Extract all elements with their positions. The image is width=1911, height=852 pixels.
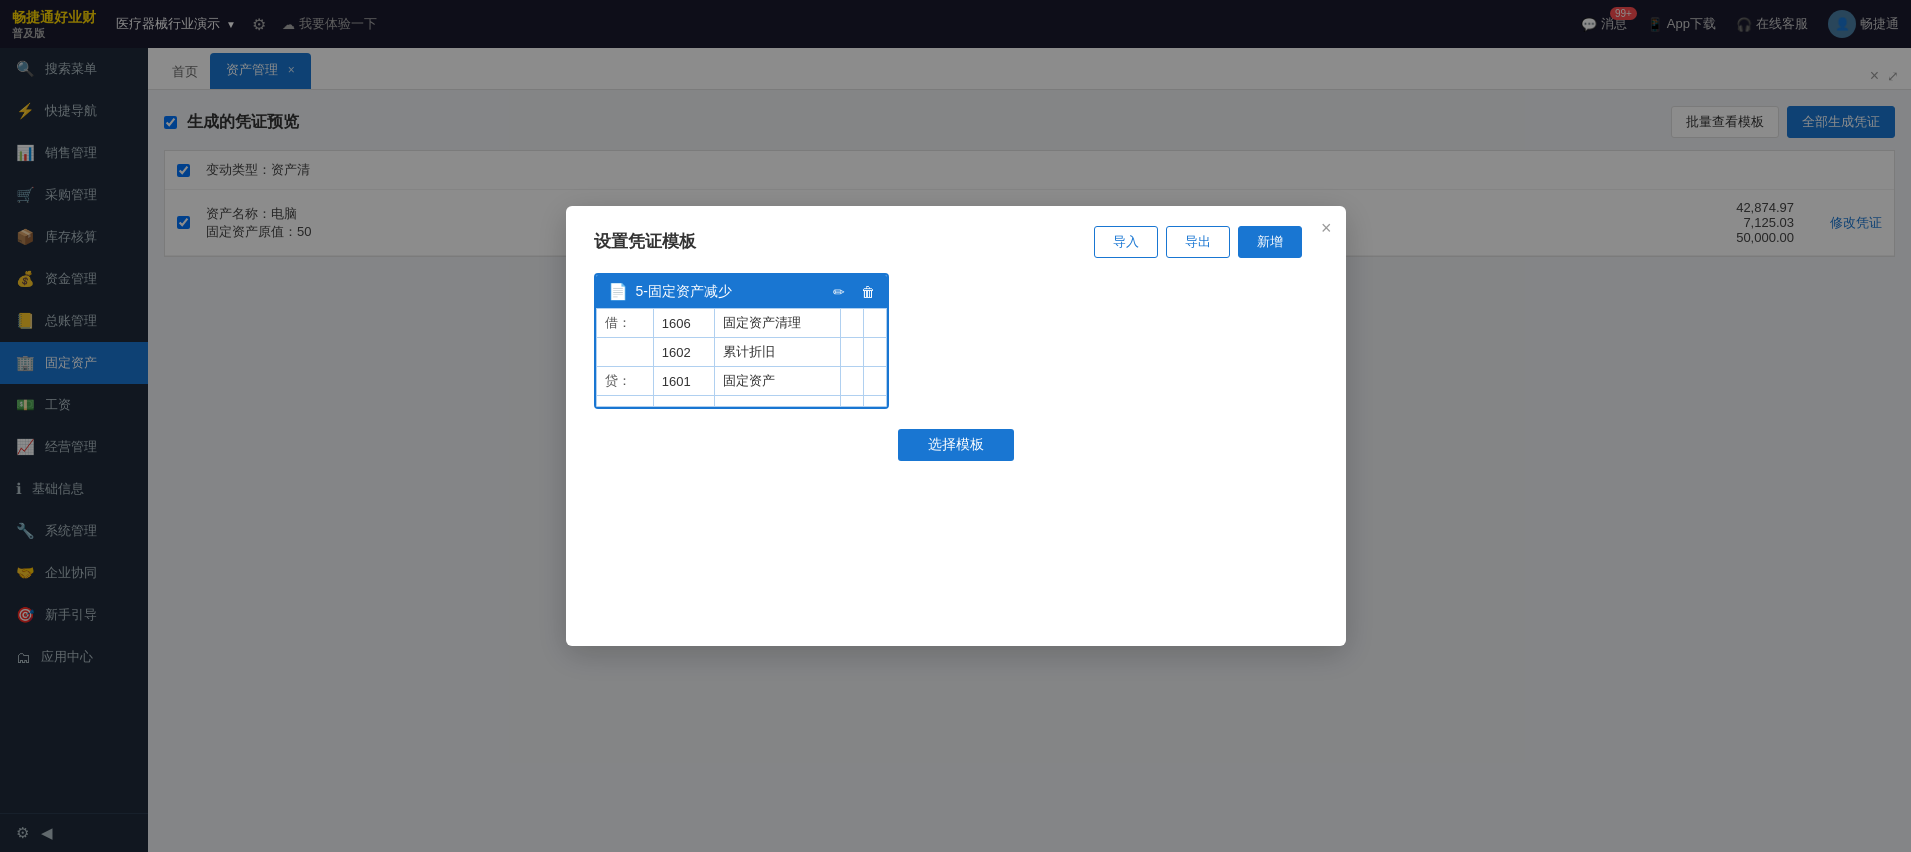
new-template-button[interactable]: 新增 — [1238, 226, 1302, 258]
debit-label: 借： — [596, 309, 653, 338]
amount-cell-5 — [841, 367, 864, 396]
empty-cell-1 — [596, 396, 653, 407]
main-area: 🔍 搜索菜单 ⚡ 快捷导航 📊 销售管理 🛒 采购管理 📦 库存核算 💰 — [0, 48, 1911, 852]
template-row-2: 1602 累计折旧 — [596, 338, 886, 367]
empty-cell-3 — [714, 396, 840, 407]
amount-cell-6 — [863, 367, 886, 396]
template-edit-icon[interactable]: ✏ — [833, 284, 845, 300]
empty-cell-2 — [653, 396, 714, 407]
account-name-1: 固定资产清理 — [714, 309, 840, 338]
template-file-icon: 📄 — [608, 282, 628, 301]
template-row-3: 贷： 1601 固定资产 — [596, 367, 886, 396]
template-card-header: 📄 5-固定资产减少 ✏ 🗑 — [596, 275, 887, 308]
account-code-3: 1601 — [653, 367, 714, 396]
account-code-2: 1602 — [653, 338, 714, 367]
empty-cell-5 — [863, 396, 886, 407]
empty-cell-4 — [841, 396, 864, 407]
template-delete-icon[interactable]: 🗑 — [861, 284, 875, 300]
amount-cell-3 — [841, 338, 864, 367]
account-name-2: 累计折旧 — [714, 338, 840, 367]
amount-cell-1 — [841, 309, 864, 338]
template-row-4 — [596, 396, 886, 407]
account-name-3: 固定资产 — [714, 367, 840, 396]
amount-cell-4 — [863, 338, 886, 367]
modal-action-buttons: 导入 导出 新增 — [1094, 226, 1302, 258]
account-code-1: 1606 — [653, 309, 714, 338]
template-header-label: 5-固定资产减少 — [636, 283, 732, 301]
content-area: 首页 资产管理 × × ⤢ 生成的凭证预览 批量查看模板 — [148, 48, 1911, 852]
import-button[interactable]: 导入 — [1094, 226, 1158, 258]
debit-label-2 — [596, 338, 653, 367]
template-entries-table: 借： 1606 固定资产清理 1602 — [596, 308, 887, 407]
choose-template-button[interactable]: 选择模板 — [898, 429, 1014, 461]
credit-label: 贷： — [596, 367, 653, 396]
modal-overlay: 设置凭证模板 导入 导出 新增 × 📄 5-固定资产减少 — [148, 90, 1911, 852]
template-card: 📄 5-固定资产减少 ✏ 🗑 借： 1606 — [594, 273, 889, 409]
modal-close-button[interactable]: × — [1321, 218, 1332, 239]
content-main: 生成的凭证预览 批量查看模板 全部生成凭证 变动类型：资产清 — [148, 90, 1911, 852]
export-button[interactable]: 导出 — [1166, 226, 1230, 258]
template-row-1: 借： 1606 固定资产清理 — [596, 309, 886, 338]
amount-cell-2 — [863, 309, 886, 338]
voucher-template-modal: 设置凭证模板 导入 导出 新增 × 📄 5-固定资产减少 — [566, 206, 1346, 646]
